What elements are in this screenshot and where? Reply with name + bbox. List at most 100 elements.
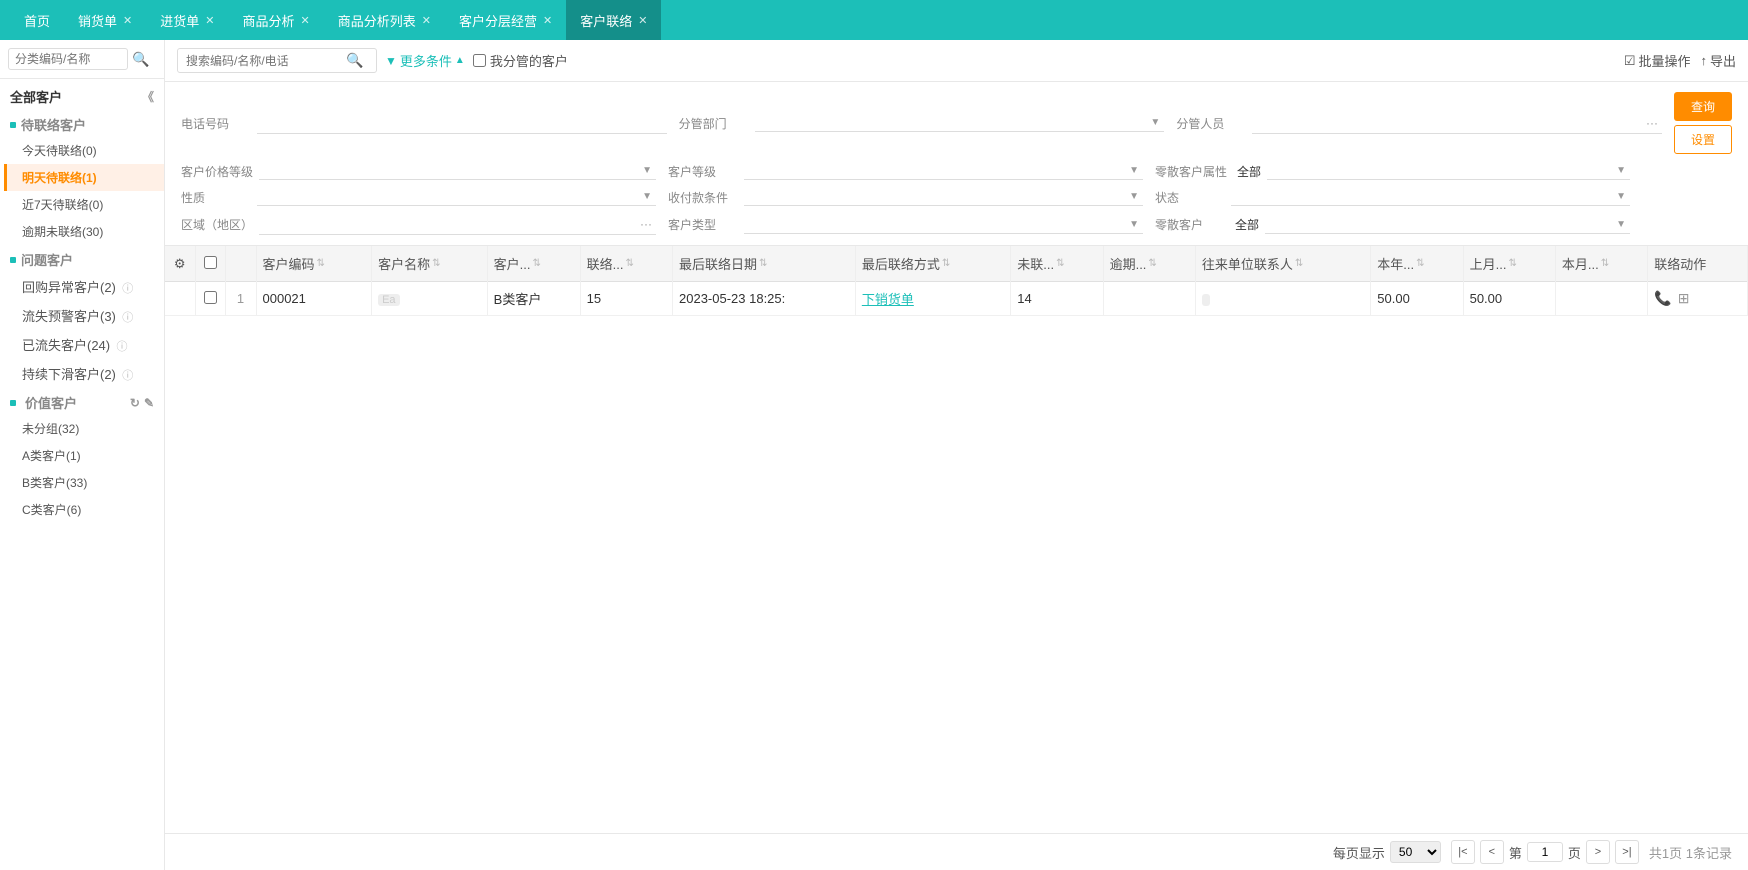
nav-customer-segment[interactable]: 客户分层经营 ✕ <box>445 0 566 40</box>
td-check[interactable] <box>195 282 225 316</box>
nav-purchase[interactable]: 进货单 ✕ <box>146 0 228 40</box>
filter-search-input[interactable] <box>186 54 346 68</box>
td-contact-person <box>1195 282 1370 316</box>
close-segment-icon[interactable]: ✕ <box>543 14 552 27</box>
set-btn[interactable]: 设置 <box>1674 125 1732 154</box>
nature-select[interactable]: ▼ <box>257 188 656 206</box>
sort-date-icon: ⇅ <box>759 258 767 269</box>
dept-select[interactable]: ▼ <box>755 114 1165 132</box>
sort-tm-icon: ⇅ <box>1601 258 1609 269</box>
value-refresh-icon[interactable]: ↻ <box>130 396 140 410</box>
close-goods-list-icon[interactable]: ✕ <box>422 14 431 27</box>
sidebar-item-week7[interactable]: 近7天待联络(0) <box>4 191 164 218</box>
sidebar-item-class-a[interactable]: A类客户(1) <box>4 442 164 469</box>
th-last-month[interactable]: 上月... ⇅ <box>1463 246 1555 282</box>
payment-chevron: ▼ <box>1129 191 1139 202</box>
sidebar-item-class-b[interactable]: B类客户(33) <box>4 469 164 496</box>
cust-level-select[interactable]: ▼ <box>744 162 1143 180</box>
close-sales-icon[interactable]: ✕ <box>123 14 132 27</box>
th-this-year[interactable]: 本年... ⇅ <box>1371 246 1463 282</box>
sidebar-collapse-icon[interactable]: 《 <box>142 88 154 105</box>
my-customers-checkbox[interactable] <box>473 54 486 67</box>
person-dots-btn[interactable]: ··· <box>1646 116 1658 130</box>
cust-type-select[interactable]: ▼ <box>744 216 1143 234</box>
page-input[interactable] <box>1527 842 1563 862</box>
sidebar-item-today[interactable]: 今天待联络(0) <box>4 137 164 164</box>
region-dots-btn[interactable]: ··· <box>640 217 652 231</box>
adv-filter-status: 状态 ▼ <box>1155 188 1630 206</box>
prev-page-btn[interactable]: < <box>1480 840 1504 864</box>
status-select[interactable]: ▼ <box>1231 188 1630 206</box>
sidebar-item-ungrouped[interactable]: 未分组(32) <box>4 415 164 442</box>
retail-cust-select[interactable]: ▼ <box>1265 216 1630 234</box>
info-icon-2: ⓘ <box>116 341 127 353</box>
filter-search-button[interactable]: 🔍 <box>346 52 363 69</box>
info-icon-3: ⓘ <box>122 370 133 382</box>
per-page-select[interactable]: 50 100 200 <box>1390 841 1441 863</box>
th-contact-person[interactable]: 往来单位联系人 ⇅ <box>1195 246 1370 282</box>
price-level-select[interactable]: ▼ <box>259 162 656 180</box>
th-this-month[interactable]: 本月... ⇅ <box>1555 246 1647 282</box>
sidebar-item-churn-risk[interactable]: 流失预警客户(3) ⓘ <box>4 301 164 330</box>
batch-op-btn[interactable]: ☑ 批量操作 <box>1624 51 1691 70</box>
row-checkbox[interactable] <box>204 291 217 304</box>
sort-contact-icon: ⇅ <box>626 258 634 269</box>
sidebar-search-input[interactable] <box>8 48 128 70</box>
close-goods-analysis-icon[interactable]: ✕ <box>301 14 310 27</box>
next-page-btn[interactable]: > <box>1586 840 1610 864</box>
sidebar-item-churned[interactable]: 已流失客户(24) ⓘ <box>4 330 164 359</box>
close-contact-icon[interactable]: ✕ <box>638 14 647 27</box>
export-btn[interactable]: ↑ 导出 <box>1700 51 1736 70</box>
my-customers-checkbox-label[interactable]: 我分管的客户 <box>473 51 568 70</box>
filter-more-btn[interactable]: ▼ 更多条件 ▲ <box>385 51 465 70</box>
th-no-contact[interactable]: 未联... ⇅ <box>1011 246 1103 282</box>
payment-select[interactable]: ▼ <box>744 188 1143 206</box>
th-overdue[interactable]: 逾期... ⇅ <box>1103 246 1195 282</box>
status-chevron: ▼ <box>1616 191 1626 202</box>
sidebar-item-class-c[interactable]: C类客户(6) <box>4 496 164 523</box>
td-num: 1 <box>225 282 256 316</box>
sidebar-item-repurchase-abnormal[interactable]: 回购异常客户(2) ⓘ <box>4 272 164 301</box>
th-check[interactable] <box>195 246 225 282</box>
retail-attr-select[interactable]: ▼ <box>1267 162 1630 180</box>
sidebar-item-continuous-decline[interactable]: 持续下滑客户(2) ⓘ <box>4 359 164 388</box>
close-purchase-icon[interactable]: ✕ <box>205 14 214 27</box>
last-page-btn[interactable]: >| <box>1615 840 1639 864</box>
nav-home[interactable]: 首页 <box>10 0 64 40</box>
chevron-up-icon: ▲ <box>455 55 465 66</box>
th-code[interactable]: 客户编码 ⇅ <box>256 246 372 282</box>
payment-label: 收付款条件 <box>668 189 738 206</box>
nav-sales[interactable]: 销货单 ✕ <box>64 0 146 40</box>
first-page-btn[interactable]: |< <box>1451 840 1475 864</box>
row-action-more-icon[interactable]: ⊞ <box>1678 290 1690 307</box>
sidebar-item-overdue[interactable]: 逾期未联络(30) <box>4 218 164 245</box>
sidebar-search-icon[interactable]: 🔍 <box>132 51 149 68</box>
cust-type-label: 客户类型 <box>668 216 738 233</box>
th-settings[interactable]: ⚙ <box>165 246 195 282</box>
sidebar-item-tomorrow[interactable]: 明天待联络(1) <box>4 164 164 191</box>
nav-goods-analysis-list[interactable]: 商品分析列表 ✕ <box>324 0 445 40</box>
th-type[interactable]: 客户... ⇅ <box>487 246 580 282</box>
phone-input[interactable] <box>257 113 667 134</box>
filter-search-box: 🔍 <box>177 48 377 73</box>
value-edit-icon[interactable]: ✎ <box>144 396 154 410</box>
settings-icon[interactable]: ⚙ <box>174 256 186 271</box>
customer-name-blurred: Ea <box>378 294 399 306</box>
row-action-phone-icon[interactable]: 📞 <box>1654 290 1671 307</box>
th-last-contact-method[interactable]: 最后联络方式 ⇅ <box>855 246 1010 282</box>
dept-chevron-icon: ▼ <box>1150 117 1160 128</box>
th-name[interactable]: 客户名称 ⇅ <box>372 246 488 282</box>
select-all-checkbox[interactable] <box>204 256 217 269</box>
sidebar-group-problem: 问题客户 <box>0 245 164 272</box>
td-last-contact-date: 2023-05-23 18:25: <box>673 282 856 316</box>
region-label: 区域（地区） <box>181 216 253 233</box>
th-last-contact-date[interactable]: 最后联络日期 ⇅ <box>673 246 856 282</box>
th-contact[interactable]: 联络... ⇅ <box>580 246 672 282</box>
nav-customer-contact[interactable]: 客户联络 ✕ <box>566 0 661 40</box>
td-last-month: 50.00 <box>1463 282 1555 316</box>
td-last-contact-method[interactable]: 下销货单 <box>855 282 1010 316</box>
sidebar-all-customers[interactable]: 全部客户 《 <box>0 79 164 110</box>
query-btn[interactable]: 查询 <box>1674 92 1732 121</box>
nav-goods-analysis[interactable]: 商品分析 ✕ <box>228 0 323 40</box>
footer-nav: |< < 第 页 > >| <box>1451 840 1639 864</box>
